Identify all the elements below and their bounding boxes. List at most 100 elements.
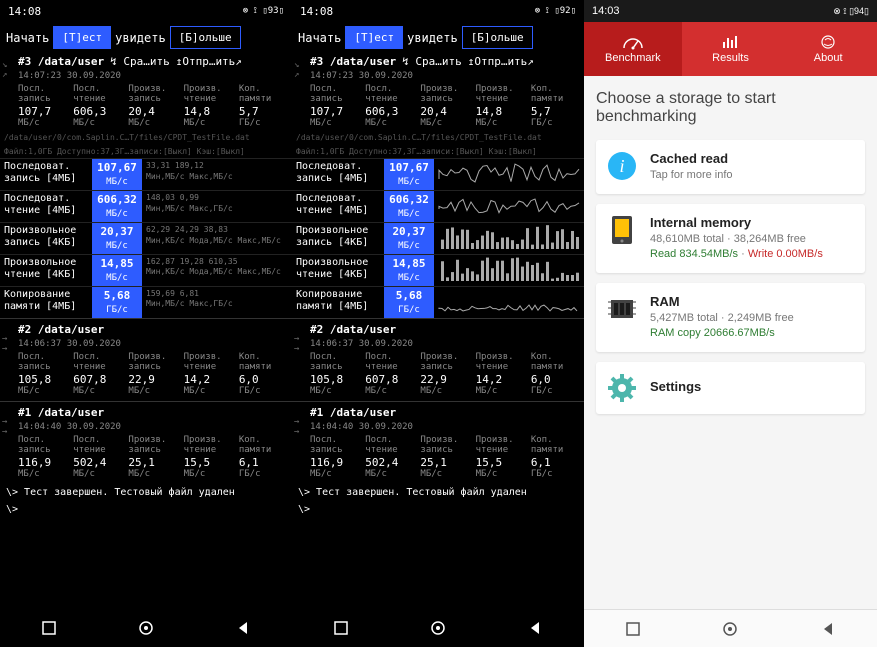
back-icon[interactable]	[235, 620, 251, 636]
run-3-header: ↘↗ #3 /data/user ↯ Сра…ить ↥Отпр…ить↗	[0, 53, 292, 71]
view-label: увидеть	[115, 31, 166, 45]
status-bar: 14:03 ⊗ ⟟ ▯94▯	[584, 0, 877, 22]
tab-results[interactable]: Results	[682, 22, 780, 76]
run-1-header[interactable]: #1 /data/user	[18, 406, 104, 420]
result-label: Последоват.запись [4МБ]	[0, 159, 92, 190]
top-nav: Начать [Т]ест увидеть [Б]ольше	[0, 22, 292, 53]
result-value: 5,68ГБ/с	[384, 287, 434, 318]
result-row: Произвольноечтение [4КБ]14,85МБ/с	[292, 254, 584, 286]
result-value: 14,85МБ/с	[384, 255, 434, 286]
phone-1-cpdt-text: 14:08 ⊗ ⟟ ▯93▯ Начать [Т]ест увидеть [Б]…	[0, 0, 292, 647]
choose-label: Choose a storage to start benchmarking	[596, 90, 865, 126]
metric-col: Произв.чтение14,2МБ/с	[184, 353, 231, 397]
home-icon[interactable]	[430, 620, 446, 636]
run-1-timestamp: 14:04:40 30.09.2020	[18, 422, 292, 434]
run-3-timestamp: 14:07:23 30.09.2020	[0, 71, 292, 83]
result-label: Произвольноезапись [4КБ]	[0, 223, 92, 254]
result-row: Произвольноезапись [4КБ]20,37МБ/с62,29 2…	[0, 222, 292, 254]
recents-icon[interactable]	[625, 621, 641, 637]
status-bar: 14:08 ⊗ ⟟ ▯92▯	[292, 0, 584, 22]
metric-col: Посл.запись105,8МБ/с	[310, 353, 357, 397]
result-label: Последоват.чтение [4МБ]	[292, 191, 384, 222]
result-label: Произвольноечтение [4КБ]	[0, 255, 92, 286]
metric-col: Посл.чтение502,4МБ/с	[73, 436, 120, 480]
metric-col: Посл.запись116,9МБ/с	[18, 436, 65, 480]
recents-icon[interactable]	[41, 620, 57, 636]
main-content: Choose a storage to start benchmarking i…	[584, 76, 877, 609]
tab-about[interactable]: About	[779, 22, 877, 76]
metric-col: Посл.чтение502,4МБ/с	[365, 436, 412, 480]
result-sparkline	[434, 191, 584, 219]
result-value: 14,85МБ/с	[92, 255, 142, 286]
result-stats: 148,03 0,99Мин,МБ/с Макс,ГБ/с	[142, 191, 292, 222]
send-button[interactable]: ↥Отпр…ить↗	[176, 55, 242, 69]
result-sparkline	[434, 287, 584, 315]
file-path: /data/user/0/com.Saplin.C…T/files/CPDT_T…	[0, 131, 292, 145]
recents-icon[interactable]	[333, 620, 349, 636]
top-nav: Начать [Т]ест увидеть [Б]ольше	[292, 22, 584, 53]
bars-icon	[720, 34, 742, 50]
content-panel: ↘↗ #3 /data/user ↯ Сра…ить ↥Отпр…ить↗ 14…	[0, 53, 292, 609]
metric-col: Посл.чтение607,8МБ/с	[365, 353, 412, 397]
about-icon	[817, 34, 839, 50]
metric-col: Посл.запись116,9МБ/с	[310, 436, 357, 480]
run-2-header[interactable]: #2 /data/user	[18, 323, 104, 337]
home-icon[interactable]	[138, 620, 154, 636]
result-sparkline	[434, 159, 584, 187]
result-value: 606,32МБ/с	[92, 191, 142, 222]
phone-2-cpdt-graphs: 14:08 ⊗ ⟟ ▯92▯ Начать [Т]ест увидеть [Б]…	[292, 0, 584, 647]
result-label: Произвольноечтение [4КБ]	[292, 255, 384, 286]
storage-cached-read[interactable]: i Cached read Tap for more info	[596, 140, 865, 194]
more-button[interactable]: [Б]ольше	[170, 26, 241, 49]
result-value: 107,67МБ/с	[92, 159, 142, 190]
metric-col: Коп.памяти6,0ГБ/с	[531, 353, 578, 397]
send-button[interactable]: ↥Отпр…ить↗	[468, 55, 534, 69]
result-row: Копированиепамяти [4МБ]5,68ГБ/с	[292, 286, 584, 318]
metric-col: Посл.чтение607,8МБ/с	[73, 353, 120, 397]
metric-col: Посл.запись107,7МБ/с	[18, 85, 65, 129]
status-icons: ⊗ ⟟ ▯92▯	[535, 6, 576, 16]
metric-col: Произв.чтение15,5МБ/с	[184, 436, 231, 480]
storage-internal-memory[interactable]: Internal memory 48,610MB total · 38,264M…	[596, 204, 865, 273]
storage-ram[interactable]: RAM 5,427MB total · 2,249MB free RAM cop…	[596, 283, 865, 352]
run-3-metrics: Посл.запись107,7МБ/сПосл.чтение606,3МБ/с…	[0, 83, 292, 131]
metric-col: Коп.памяти6,1ГБ/с	[531, 436, 578, 480]
back-icon[interactable]	[527, 620, 543, 636]
home-icon[interactable]	[722, 621, 738, 637]
info-icon: i	[606, 150, 638, 182]
result-row: Последоват.запись [4МБ]107,67МБ/с	[292, 158, 584, 190]
terminal-message: \> Тест завершен. Тестовый файл удален	[0, 484, 292, 501]
metric-col: Произв.запись22,9МБ/с	[128, 353, 175, 397]
result-stats: 162,87 19,28 610,35Мин,КБ/с Мода,МБ/с Ма…	[142, 255, 292, 286]
clock: 14:03	[592, 5, 620, 17]
phone-3-a1-bench: 14:03 ⊗ ⟟ ▯94▯ Benchmark Results About C…	[584, 0, 877, 647]
result-value: 5,68ГБ/с	[92, 287, 142, 318]
gear-icon	[606, 372, 638, 404]
start-label: Начать	[6, 31, 49, 45]
phone-storage-icon	[606, 214, 638, 246]
result-value: 20,37МБ/с	[384, 223, 434, 254]
result-value: 20,37МБ/с	[92, 223, 142, 254]
tab-benchmark[interactable]: Benchmark	[584, 22, 682, 76]
compare-button[interactable]: ↯ Сра…ить	[402, 55, 462, 69]
result-sparkline	[434, 255, 584, 283]
compare-button[interactable]: ↯ Сра…ить	[110, 55, 170, 69]
result-stats: 62,29 24,29 38,83Мин,КБ/с Мода,МБ/с Макс…	[142, 223, 292, 254]
metric-col: Произв.чтение14,8МБ/с	[184, 85, 231, 129]
result-label: Копированиепамяти [4МБ]	[0, 287, 92, 318]
result-row: Произвольноезапись [4КБ]20,37МБ/с	[292, 222, 584, 254]
result-label: Копированиепамяти [4МБ]	[292, 287, 384, 318]
more-button[interactable]: [Б]ольше	[462, 26, 533, 49]
result-label: Произвольноезапись [4КБ]	[292, 223, 384, 254]
android-nav-bar	[0, 609, 292, 647]
result-label: Последоват.запись [4МБ]	[292, 159, 384, 190]
test-button[interactable]: [Т]ест	[53, 26, 111, 49]
settings-item[interactable]: Settings	[596, 362, 865, 414]
back-icon[interactable]	[820, 621, 836, 637]
test-button[interactable]: [Т]ест	[345, 26, 403, 49]
result-row: Копированиепамяти [4МБ]5,68ГБ/с159,69 6,…	[0, 286, 292, 318]
metric-col: Произв.запись20,4МБ/с	[420, 85, 467, 129]
metric-col: Коп.памяти5,7ГБ/с	[239, 85, 286, 129]
status-icons: ⊗ ⟟ ▯93▯	[243, 6, 284, 16]
gauge-icon	[622, 34, 644, 50]
